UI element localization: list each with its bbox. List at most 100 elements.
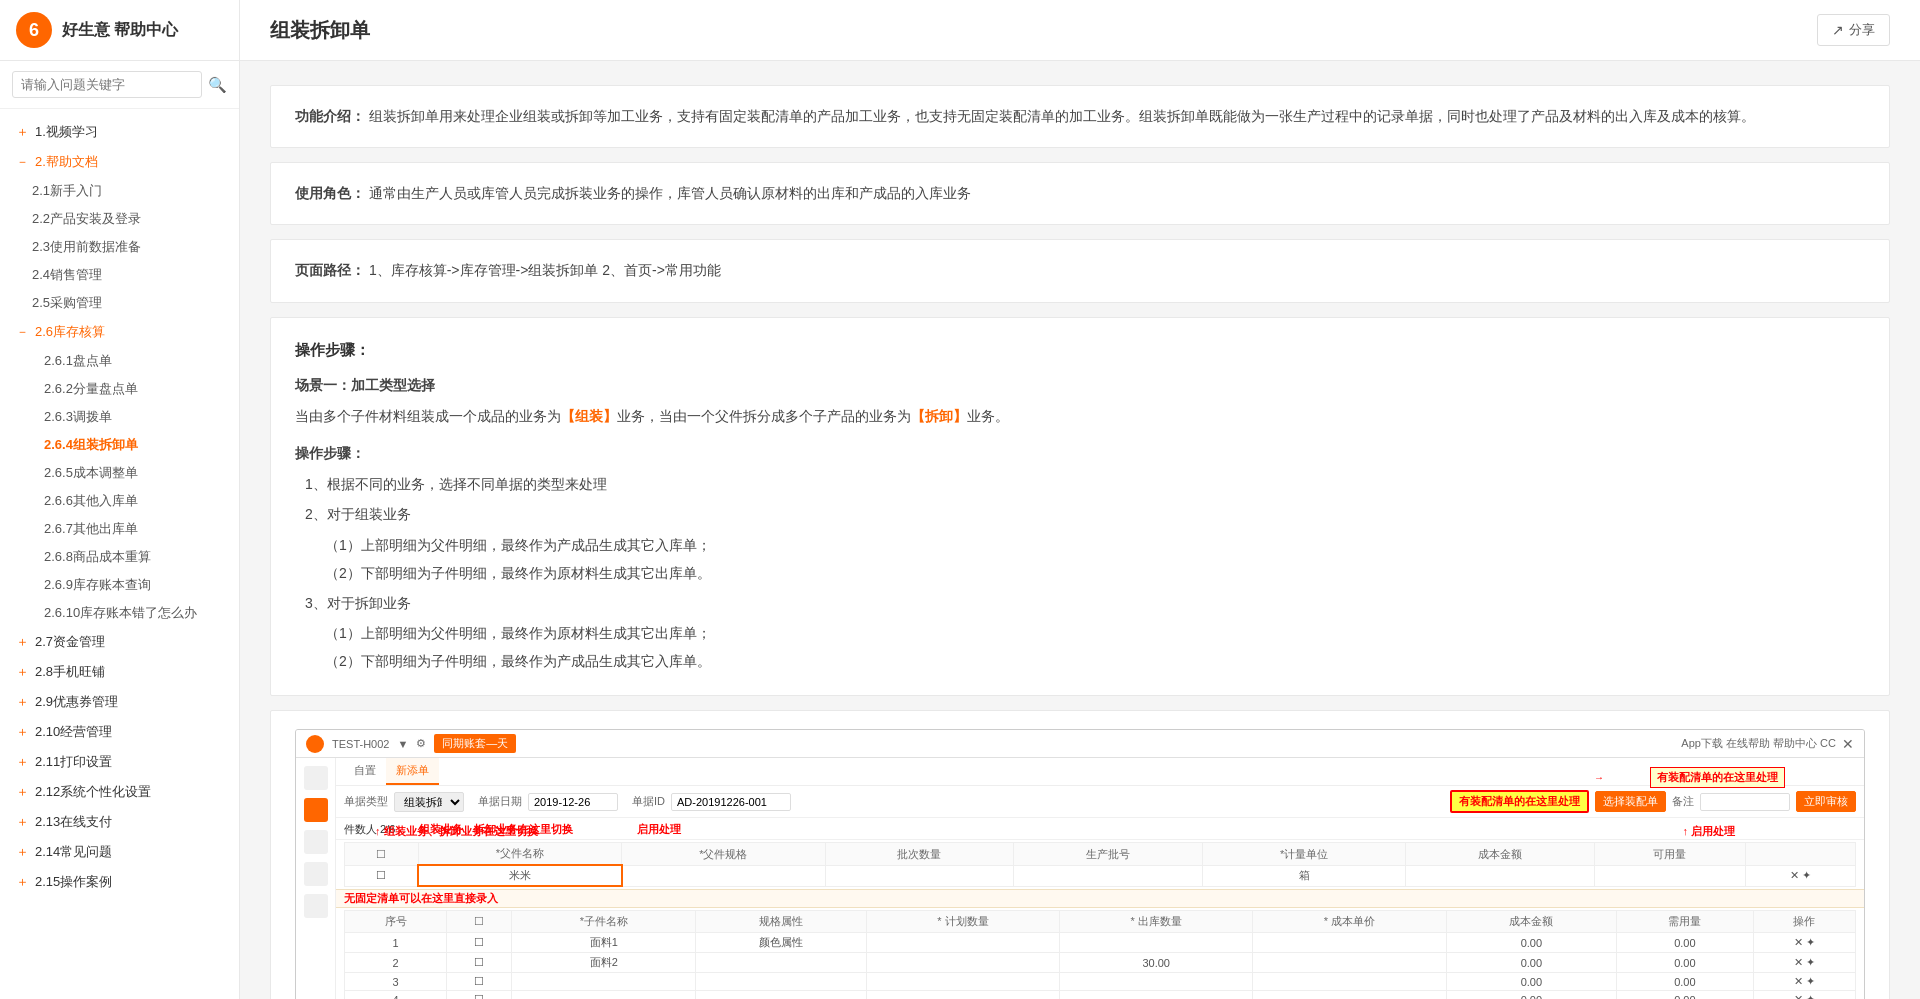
mock-type-select[interactable]: 组装拆卸 (394, 792, 464, 812)
sidebar-item-2-6-5[interactable]: 2.6.5成本调整单 (0, 459, 239, 487)
expand-icon-2-13: ＋ (16, 813, 29, 831)
ops-steps-label: 操作步骤： (295, 441, 1865, 466)
expand-icon-2-11: ＋ (16, 753, 29, 771)
sidebar-item-2-7[interactable]: ＋ 2.7资金管理 (0, 627, 239, 657)
sidebar-item-2-6-1[interactable]: 2.6.1盘点单 (0, 347, 239, 375)
app-title: 好生意 帮助中心 (62, 20, 178, 41)
sidebar-item-2-6-7[interactable]: 2.6.7其他出库单 (0, 515, 239, 543)
lcol-cost-price: * 成本单价 (1253, 911, 1446, 933)
upper-row-spec (622, 865, 825, 886)
role-label: 使用角色： (295, 185, 365, 201)
expand-icon-1: ＋ (16, 123, 29, 141)
mock-remark-input[interactable] (1700, 793, 1790, 811)
mock-leftnav (296, 758, 336, 999)
sidebar-item-2-12[interactable]: ＋ 2.12系统个性化设置 (0, 777, 239, 807)
mock-date-input[interactable] (528, 793, 618, 811)
sidebar-item-2-2[interactable]: 2.2产品安装及登录 (0, 205, 239, 233)
sidebar-item-2-11-label: 2.11打印设置 (35, 753, 112, 771)
sidebar-item-2-4[interactable]: 2.4销售管理 (0, 261, 239, 289)
sidebar-item-2-11[interactable]: ＋ 2.11打印设置 (0, 747, 239, 777)
sidebar-item-2-6-8[interactable]: 2.6.8商品成本重算 (0, 543, 239, 571)
sidebar-item-2-6[interactable]: － 2.6库存核算 (0, 317, 239, 347)
ann-enable-process: 启用处理 (637, 823, 681, 835)
step-3-1: （1）上部明细为父件明细，最终作为原材料生成其它出库单； (295, 621, 1865, 646)
sidebar-item-1[interactable]: ＋ 1.视频学习 (0, 117, 239, 147)
mock-select-config-btn[interactable]: 选择装配单 (1595, 791, 1666, 812)
sidebar-item-2-6-2[interactable]: 2.6.2分量盘点单 (0, 375, 239, 403)
col-cost-amt: 成本金额 (1406, 843, 1595, 866)
mock-tab-1[interactable]: 自置 (344, 758, 386, 785)
mock-id: TEST-H002 (332, 738, 389, 750)
ann-box-config: 有装配清单的在这里处理 (1650, 767, 1785, 788)
sidebar-item-2-1[interactable]: 2.1新手入门 (0, 177, 239, 205)
sidebar-item-2-6-6[interactable]: 2.6.6其他入库单 (0, 487, 239, 515)
lcol-check: ☐ (447, 911, 512, 933)
sidebar-item-2-10-label: 2.10经营管理 (35, 723, 112, 741)
expand-icon-2-15: ＋ (16, 873, 29, 891)
mock-screenshot: TEST-H002 ▼ ⚙ 同期账套—天 App下载 在线帮助 帮助中心 CC … (295, 729, 1865, 999)
mock-date-label: 单据日期 (478, 794, 522, 809)
content-area: 功能介绍： 组装拆卸单用来处理企业组装或拆卸等加工业务，支持有固定装配清单的产品… (240, 61, 1920, 999)
sidebar-item-2-6-10[interactable]: 2.6.10库存账本错了怎么办 (0, 599, 239, 627)
role-card: 使用角色： 通常由生产人员或库管人员完成拆装业务的操作，库管人员确认原材料的出库… (270, 162, 1890, 225)
sidebar-item-2-6-label: 2.6库存核算 (35, 323, 105, 341)
upper-table-row: ☐ 米米 箱 ✕ ✦ (345, 865, 1856, 886)
mock-topbar-icons: App下载 在线帮助 帮助中心 CC (1681, 736, 1836, 751)
col-batch-no: 生产批号 (1014, 843, 1203, 866)
mock-nav-2 (304, 798, 328, 822)
sidebar-item-2-3[interactable]: 2.3使用前数据准备 (0, 233, 239, 261)
collapse-icon-2-6: － (16, 323, 29, 341)
sidebar-item-2-8[interactable]: ＋ 2.8手机旺铺 (0, 657, 239, 687)
mock-topbar: TEST-H002 ▼ ⚙ 同期账套—天 App下载 在线帮助 帮助中心 CC … (296, 730, 1864, 758)
upper-row-unit: 箱 (1202, 865, 1405, 886)
mock-inner: 自置 新添单 单据类型 组装拆卸 单据日期 (296, 758, 1864, 999)
sidebar-item-2-7-label: 2.7资金管理 (35, 633, 105, 651)
expand-icon-2-9: ＋ (16, 693, 29, 711)
sidebar-item-2-6-3[interactable]: 2.6.3调拨单 (0, 403, 239, 431)
expand-icon-2-8: ＋ (16, 663, 29, 681)
sidebar-item-2-6-4[interactable]: 2.6.4组装拆卸单 (0, 431, 239, 459)
share-label: 分享 (1849, 21, 1875, 39)
mock-logo (306, 735, 324, 753)
search-box: 🔍 (0, 61, 239, 109)
sidebar-item-2-13[interactable]: ＋ 2.13在线支付 (0, 807, 239, 837)
screenshot-card: TEST-H002 ▼ ⚙ 同期账套—天 App下载 在线帮助 帮助中心 CC … (270, 710, 1890, 999)
sidebar-item-1-label: 1.视频学习 (35, 123, 98, 141)
mock-form-row-1: 单据类型 组装拆卸 单据日期 单据ID 有装配清单的在这里处理 选 (336, 786, 1864, 818)
mock-warehouse-btn[interactable]: 有装配清单的在这里处理 (1450, 790, 1589, 813)
mock-ann-row: 件数人 2/6 组装业务、拆卸业务在这里切换 启用处理 (336, 818, 1864, 840)
mock-sync-btn[interactable]: 同期账套—天 (434, 734, 516, 753)
search-button[interactable]: 🔍 (208, 76, 227, 94)
expand-icon-2-14: ＋ (16, 843, 29, 861)
mock-tab-2[interactable]: 新添单 (386, 758, 439, 785)
ann-no-fixed-list: 无固定清单可以在这里直接录入 (344, 892, 498, 904)
mock-upper-table-container: ☐ *父件名称 *父件规格 批次数量 生产批号 *计量单位 成本金额 可用量 (336, 840, 1864, 889)
mock-remark-label: 备注 (1672, 794, 1694, 809)
sidebar-item-2-10[interactable]: ＋ 2.10经营管理 (0, 717, 239, 747)
sidebar-item-2-5[interactable]: 2.5采购管理 (0, 289, 239, 317)
upper-row-avail (1594, 865, 1745, 886)
lower-table-row: 4☐0.000.00✕ ✦ (345, 991, 1856, 999)
role-text: 通常由生产人员或库管人员完成拆装业务的操作，库管人员确认原材料的出库和产成品的入… (369, 185, 971, 201)
sidebar-item-2[interactable]: － 2.帮助文档 (0, 147, 239, 177)
col-parent-name: *父件名称 (418, 843, 621, 866)
sidebar-item-2-9[interactable]: ＋ 2.9优惠券管理 (0, 687, 239, 717)
mock-nav-4 (304, 862, 328, 886)
mock-id-label: 单据ID (632, 794, 665, 809)
col-parent-spec: *父件规格 (622, 843, 825, 866)
col-check: ☐ (345, 843, 419, 866)
share-button[interactable]: ↗ 分享 (1817, 14, 1890, 46)
sidebar-item-2-15-label: 2.15操作案例 (35, 873, 112, 891)
search-input[interactable] (12, 71, 202, 98)
sidebar-item-2-14[interactable]: ＋ 2.14常见问题 (0, 837, 239, 867)
mock-approve-btn[interactable]: 立即审核 (1796, 791, 1856, 812)
sidebar-item-2-15[interactable]: ＋ 2.15操作案例 (0, 867, 239, 897)
mock-id-input[interactable] (671, 793, 791, 811)
lcol-need-qty: 需用量 (1617, 911, 1753, 933)
path-card: 页面路径： 1、库存核算->库存管理->组装拆卸单 2、首页->常用功能 (270, 239, 1890, 302)
page-header: 组装拆卸单 ↗ 分享 (240, 0, 1920, 61)
mock-type-label: 单据类型 (344, 794, 388, 809)
lcol-no: 序号 (345, 911, 447, 933)
sidebar-item-2-6-9[interactable]: 2.6.9库存账本查询 (0, 571, 239, 599)
logo-icon: 6 (16, 12, 52, 48)
